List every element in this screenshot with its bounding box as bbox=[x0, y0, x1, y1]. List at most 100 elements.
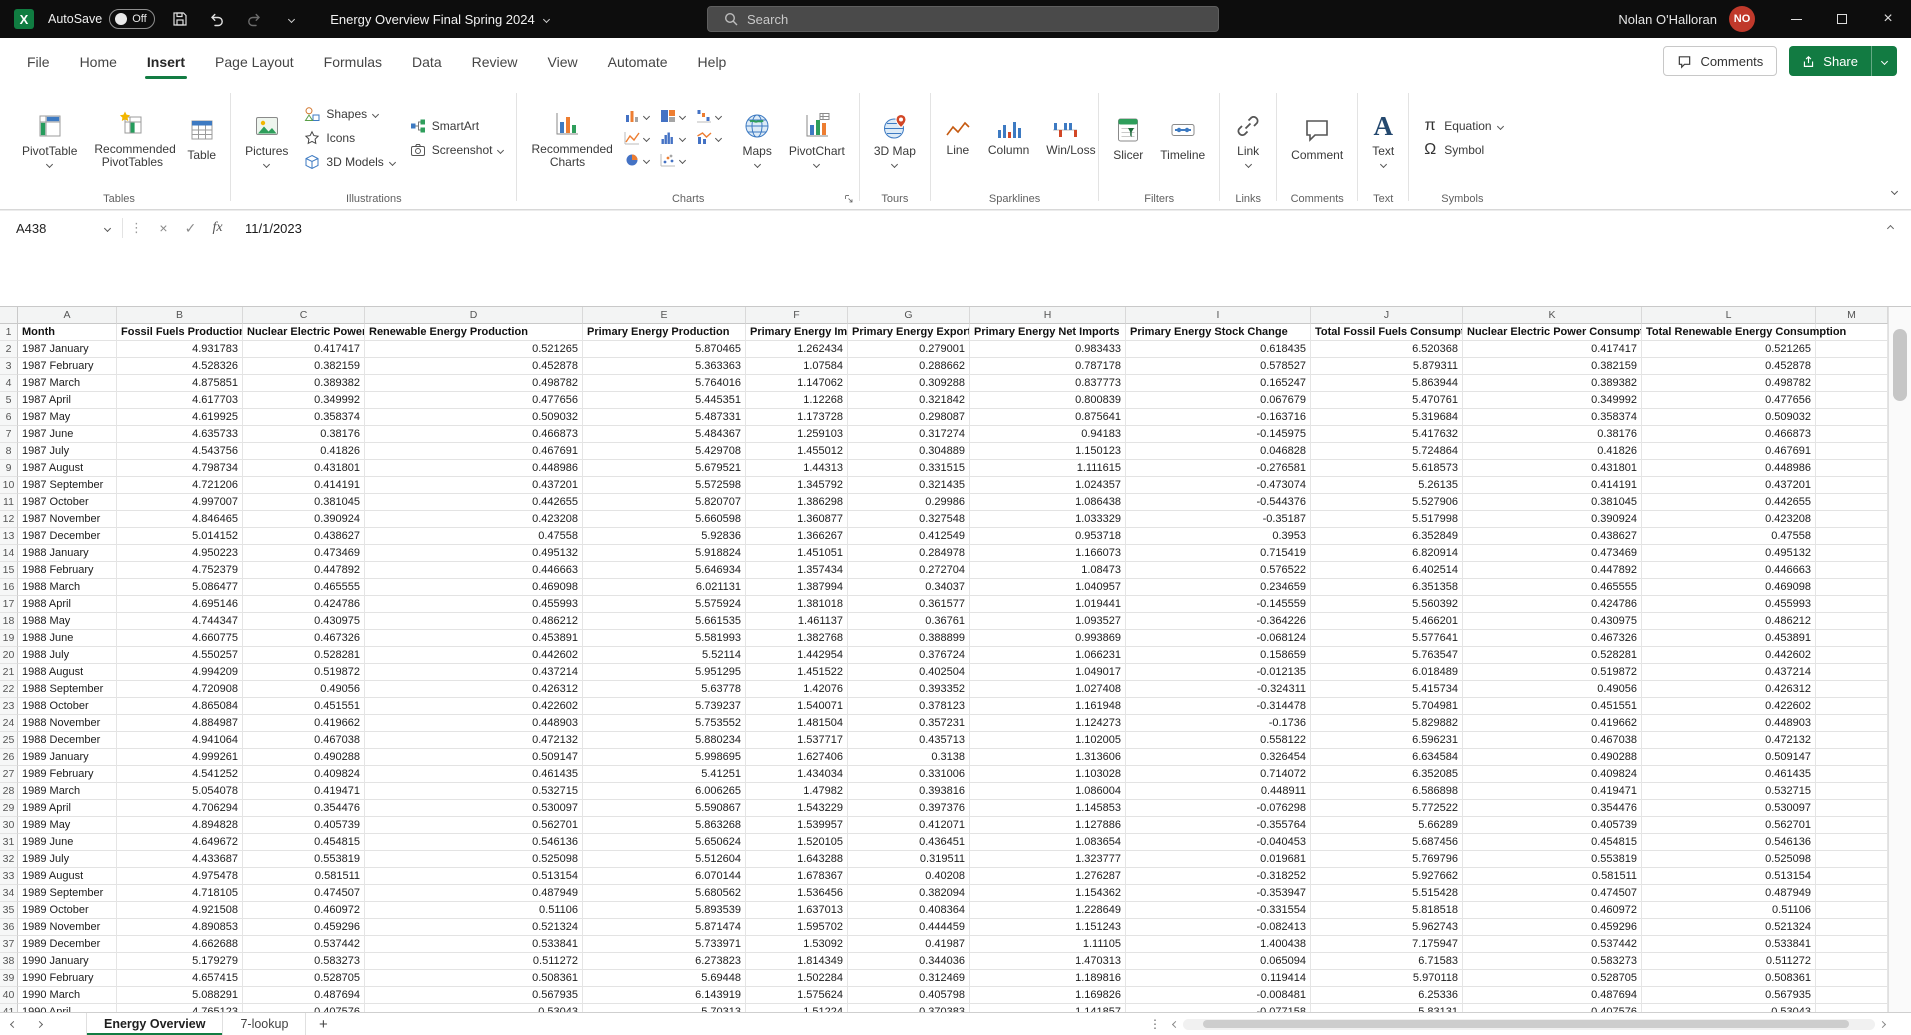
cell-L17[interactable]: 0.455993 bbox=[1642, 596, 1816, 613]
row-header-40[interactable]: 40 bbox=[0, 987, 18, 1004]
row-header-41[interactable]: 41 bbox=[0, 1004, 18, 1012]
cell-G16[interactable]: 0.34037 bbox=[848, 579, 970, 596]
cell-L2[interactable]: 0.521265 bbox=[1642, 341, 1816, 358]
cell-F13[interactable]: 1.366267 bbox=[746, 528, 848, 545]
cell-I24[interactable]: -0.1736 bbox=[1126, 715, 1311, 732]
cell-D30[interactable]: 0.562701 bbox=[365, 817, 583, 834]
cell-M9[interactable] bbox=[1816, 460, 1888, 477]
cell-G37[interactable]: 0.41987 bbox=[848, 936, 970, 953]
cell-F8[interactable]: 1.455012 bbox=[746, 443, 848, 460]
cell-D34[interactable]: 0.487949 bbox=[365, 885, 583, 902]
row-header-16[interactable]: 16 bbox=[0, 579, 18, 596]
cell-C15[interactable]: 0.447892 bbox=[243, 562, 365, 579]
cell-D8[interactable]: 0.467691 bbox=[365, 443, 583, 460]
cell-L10[interactable]: 0.437201 bbox=[1642, 477, 1816, 494]
cell-C41[interactable]: 0.407576 bbox=[243, 1004, 365, 1012]
cell-B17[interactable]: 4.695146 bbox=[117, 596, 243, 613]
cell-F6[interactable]: 1.173728 bbox=[746, 409, 848, 426]
row-header-38[interactable]: 38 bbox=[0, 953, 18, 970]
cell-F35[interactable]: 1.637013 bbox=[746, 902, 848, 919]
cell-B26[interactable]: 4.999261 bbox=[117, 749, 243, 766]
cell-K38[interactable]: 0.583273 bbox=[1463, 953, 1642, 970]
cell-A27[interactable]: 1989 February bbox=[18, 766, 117, 783]
cell-L7[interactable]: 0.466873 bbox=[1642, 426, 1816, 443]
cell-L30[interactable]: 0.562701 bbox=[1642, 817, 1816, 834]
row-header-24[interactable]: 24 bbox=[0, 715, 18, 732]
cell-E6[interactable]: 5.487331 bbox=[583, 409, 746, 426]
cell-K30[interactable]: 0.405739 bbox=[1463, 817, 1642, 834]
cell-C2[interactable]: 0.417417 bbox=[243, 341, 365, 358]
cell-H27[interactable]: 1.103028 bbox=[970, 766, 1126, 783]
vertical-scrollbar[interactable] bbox=[1888, 307, 1911, 1012]
cell-D36[interactable]: 0.521324 bbox=[365, 919, 583, 936]
cell-K18[interactable]: 0.430975 bbox=[1463, 613, 1642, 630]
cell-B23[interactable]: 4.865084 bbox=[117, 698, 243, 715]
col-header-A[interactable]: A bbox=[18, 307, 117, 324]
cell-I15[interactable]: 0.576522 bbox=[1126, 562, 1311, 579]
cell-K40[interactable]: 0.487694 bbox=[1463, 987, 1642, 1004]
cell-B6[interactable]: 4.619925 bbox=[117, 409, 243, 426]
cell-M39[interactable] bbox=[1816, 970, 1888, 987]
cell-A20[interactable]: 1988 July bbox=[18, 647, 117, 664]
cell-B34[interactable]: 4.718105 bbox=[117, 885, 243, 902]
cell-B12[interactable]: 4.846465 bbox=[117, 511, 243, 528]
cell-J23[interactable]: 5.704981 bbox=[1311, 698, 1463, 715]
cell-F4[interactable]: 1.147062 bbox=[746, 375, 848, 392]
cell-A19[interactable]: 1988 June bbox=[18, 630, 117, 647]
cell-L14[interactable]: 0.495132 bbox=[1642, 545, 1816, 562]
cell-G14[interactable]: 0.284978 bbox=[848, 545, 970, 562]
row-header-13[interactable]: 13 bbox=[0, 528, 18, 545]
cell-M32[interactable] bbox=[1816, 851, 1888, 868]
row-header-7[interactable]: 7 bbox=[0, 426, 18, 443]
tab-file[interactable]: File bbox=[12, 38, 65, 85]
cell-I35[interactable]: -0.331554 bbox=[1126, 902, 1311, 919]
col-header-M[interactable]: M bbox=[1816, 307, 1888, 324]
cell-H25[interactable]: 1.102005 bbox=[970, 732, 1126, 749]
cell-A22[interactable]: 1988 September bbox=[18, 681, 117, 698]
hscroll-right-icon[interactable] bbox=[1878, 1020, 1887, 1028]
cell-G23[interactable]: 0.378123 bbox=[848, 698, 970, 715]
cell-F15[interactable]: 1.357434 bbox=[746, 562, 848, 579]
cell-I22[interactable]: -0.324311 bbox=[1126, 681, 1311, 698]
cell-C3[interactable]: 0.382159 bbox=[243, 358, 365, 375]
timeline-button[interactable]: Timeline bbox=[1153, 112, 1212, 164]
cell-H4[interactable]: 0.837773 bbox=[970, 375, 1126, 392]
col-header-I[interactable]: I bbox=[1126, 307, 1311, 324]
cell-L11[interactable]: 0.442655 bbox=[1642, 494, 1816, 511]
cell-J19[interactable]: 5.577641 bbox=[1311, 630, 1463, 647]
equation-button[interactable]: π Equation bbox=[1416, 114, 1508, 138]
cell-J7[interactable]: 5.417632 bbox=[1311, 426, 1463, 443]
name-box[interactable]: A438 bbox=[0, 211, 122, 245]
cell-K27[interactable]: 0.409824 bbox=[1463, 766, 1642, 783]
cell-A21[interactable]: 1988 August bbox=[18, 664, 117, 681]
row-header-10[interactable]: 10 bbox=[0, 477, 18, 494]
cell-D10[interactable]: 0.437201 bbox=[365, 477, 583, 494]
cell-G28[interactable]: 0.393816 bbox=[848, 783, 970, 800]
cell-B28[interactable]: 5.054078 bbox=[117, 783, 243, 800]
cell-H15[interactable]: 1.08473 bbox=[970, 562, 1126, 579]
cell-A35[interactable]: 1989 October bbox=[18, 902, 117, 919]
cell-B10[interactable]: 4.721206 bbox=[117, 477, 243, 494]
cell-G13[interactable]: 0.412549 bbox=[848, 528, 970, 545]
cell-E27[interactable]: 5.41251 bbox=[583, 766, 746, 783]
cell-H1[interactable]: Primary Energy Net Imports bbox=[970, 324, 1126, 341]
cell-A31[interactable]: 1989 June bbox=[18, 834, 117, 851]
cell-L8[interactable]: 0.467691 bbox=[1642, 443, 1816, 460]
cell-K21[interactable]: 0.519872 bbox=[1463, 664, 1642, 681]
cell-G2[interactable]: 0.279001 bbox=[848, 341, 970, 358]
cell-I3[interactable]: 0.578527 bbox=[1126, 358, 1311, 375]
cell-I26[interactable]: 0.326454 bbox=[1126, 749, 1311, 766]
cell-B9[interactable]: 4.798734 bbox=[117, 460, 243, 477]
row-header-27[interactable]: 27 bbox=[0, 766, 18, 783]
cell-G40[interactable]: 0.405798 bbox=[848, 987, 970, 1004]
cell-L21[interactable]: 0.437214 bbox=[1642, 664, 1816, 681]
cell-M23[interactable] bbox=[1816, 698, 1888, 715]
cell-A25[interactable]: 1988 December bbox=[18, 732, 117, 749]
cell-M31[interactable] bbox=[1816, 834, 1888, 851]
cell-C19[interactable]: 0.467326 bbox=[243, 630, 365, 647]
cell-H41[interactable]: 1.141857 bbox=[970, 1004, 1126, 1012]
row-header-39[interactable]: 39 bbox=[0, 970, 18, 987]
cell-M5[interactable] bbox=[1816, 392, 1888, 409]
row-header-11[interactable]: 11 bbox=[0, 494, 18, 511]
cell-A33[interactable]: 1989 August bbox=[18, 868, 117, 885]
